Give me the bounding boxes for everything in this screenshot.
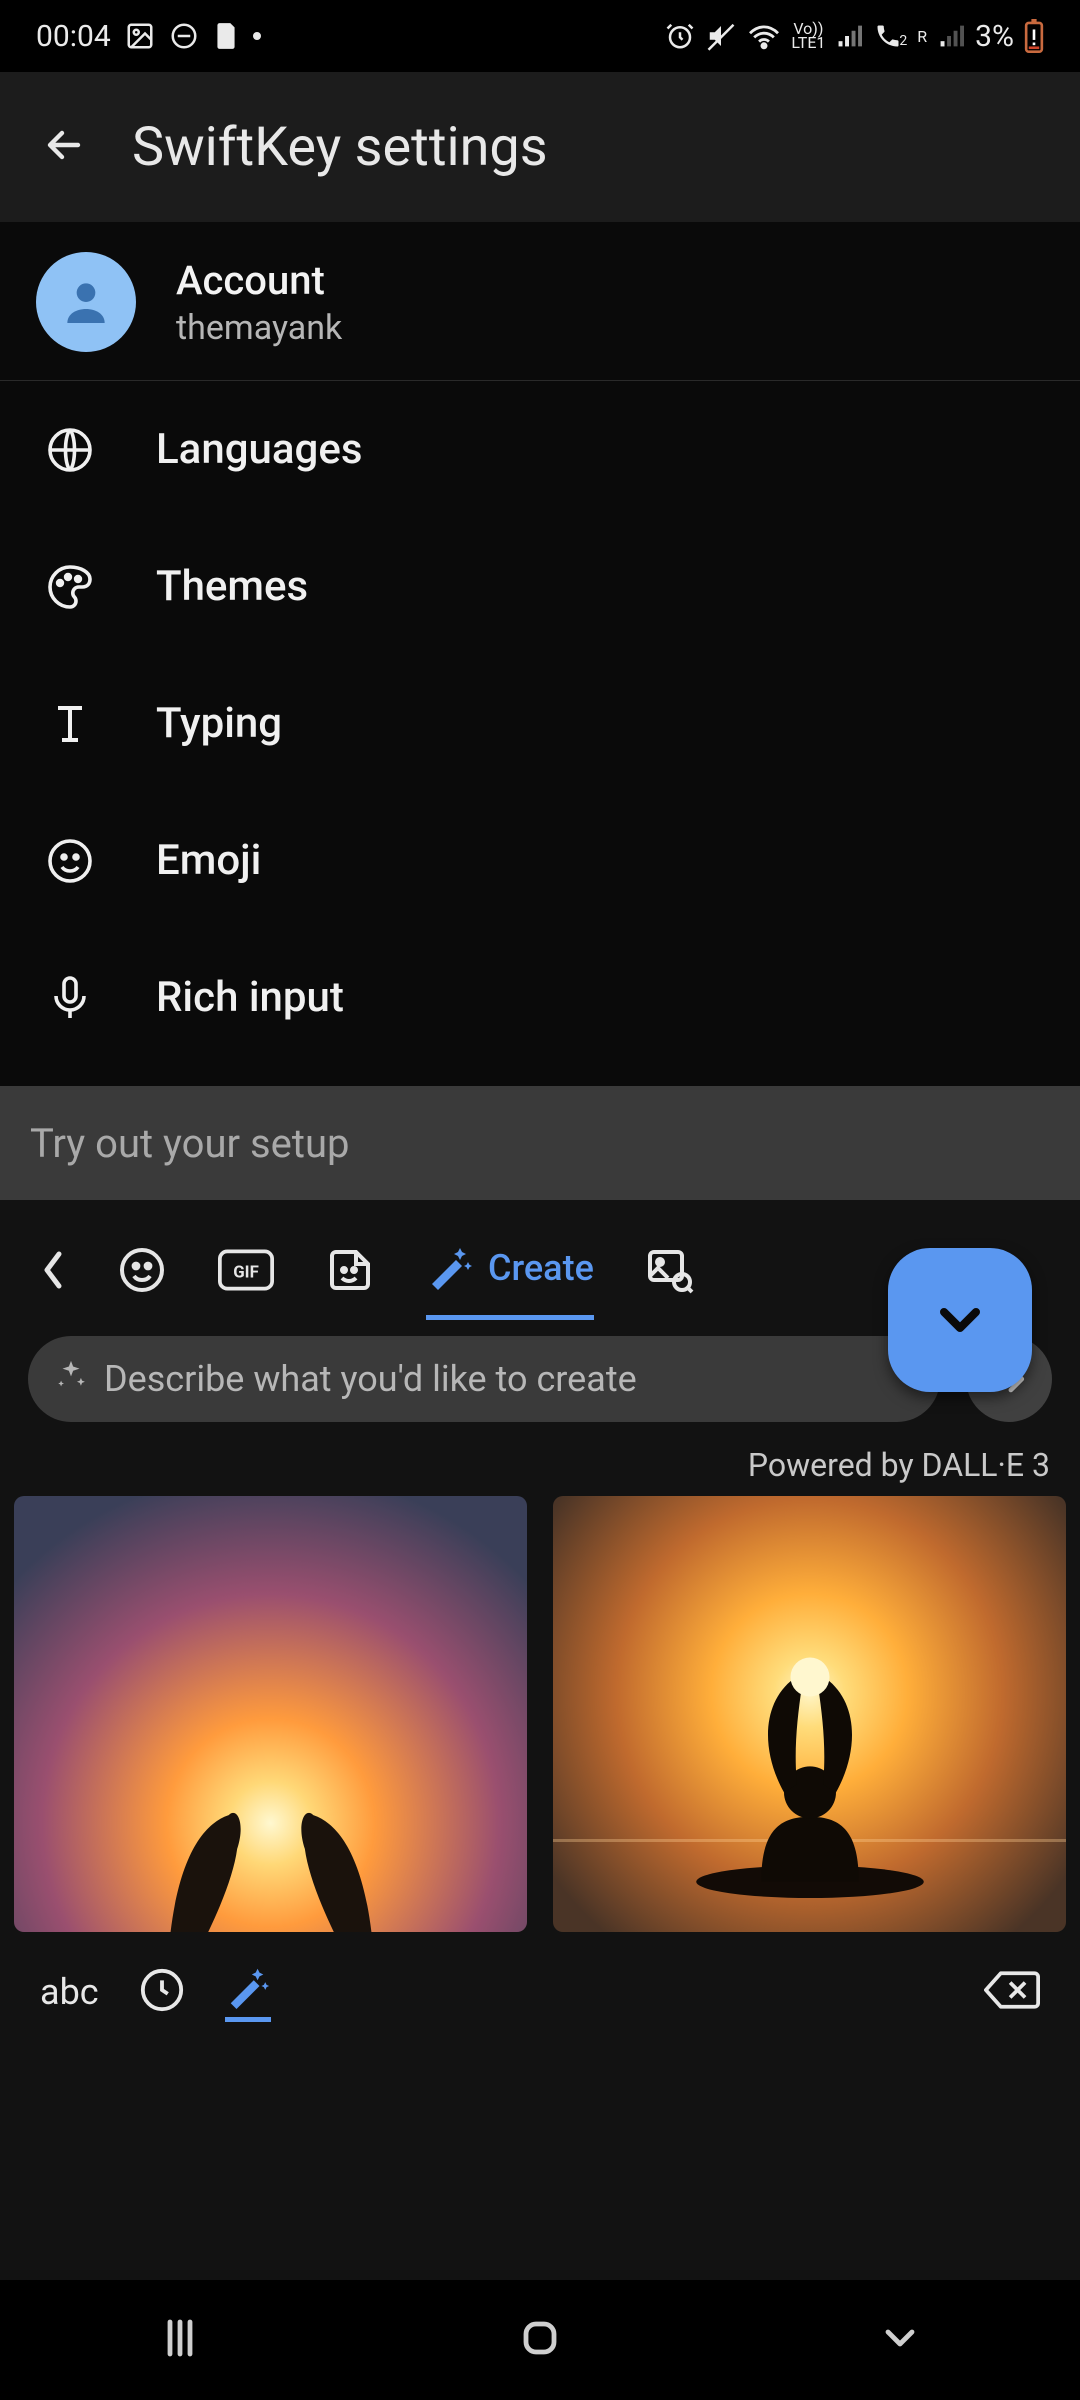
- system-nav-bar: [0, 2280, 1080, 2400]
- svg-text:GIF: GIF: [233, 1262, 259, 1282]
- account-username: themayank: [176, 308, 342, 348]
- emoji-tab[interactable]: [118, 1220, 166, 1320]
- typing-label: Typing: [156, 699, 282, 748]
- gif-tab[interactable]: GIF: [218, 1220, 274, 1320]
- image-search-tab[interactable]: [646, 1220, 694, 1320]
- themes-item[interactable]: Themes: [0, 518, 1080, 655]
- mic-icon: [40, 974, 100, 1022]
- typing-item[interactable]: Typing: [0, 655, 1080, 792]
- status-left: 00:04: [36, 19, 261, 54]
- create-prompt-input[interactable]: Describe what you'd like to create: [28, 1336, 940, 1422]
- create-tab-label: Create: [488, 1247, 594, 1289]
- sim-icon: [213, 21, 239, 51]
- page-title: SwiftKey settings: [132, 116, 548, 179]
- battery-text: 3%: [975, 19, 1014, 54]
- keyboard-bottom-row: abc: [0, 1932, 1080, 2052]
- battery-icon: [1024, 19, 1044, 53]
- collapse-keyboard-button[interactable]: [888, 1248, 1032, 1392]
- abc-button[interactable]: abc: [40, 1971, 99, 2013]
- create-wand-icon: [426, 1242, 474, 1294]
- image-icon: [125, 21, 155, 51]
- status-bar: 00:04 Vo))LTE1 2 R: [0, 0, 1080, 72]
- rich-input-item[interactable]: Rich input: [0, 929, 1080, 1066]
- themes-label: Themes: [156, 562, 308, 611]
- create-prompt-placeholder: Describe what you'd like to create: [104, 1358, 637, 1400]
- alarm-icon: [665, 21, 695, 51]
- wifi-icon: [747, 22, 781, 50]
- suggestion-grid: [0, 1496, 1080, 1932]
- volte-icon: Vo))LTE1: [791, 22, 825, 50]
- more-indicator-icon: [253, 32, 261, 40]
- wand-mode-button[interactable]: [225, 1963, 271, 2022]
- nav-back-button[interactable]: [876, 2314, 924, 2366]
- suggestion-image-2[interactable]: [553, 1496, 1066, 1932]
- recents-button[interactable]: [156, 2314, 204, 2366]
- account-row[interactable]: Account themayank: [0, 222, 1080, 381]
- sparkle-icon: [54, 1358, 88, 1401]
- emoji-item[interactable]: Emoji: [0, 792, 1080, 929]
- typing-icon: [40, 700, 100, 748]
- languages-item[interactable]: Languages: [0, 381, 1080, 518]
- languages-label: Languages: [156, 425, 362, 474]
- history-button[interactable]: [139, 1967, 185, 2017]
- globe-icon: [40, 426, 100, 474]
- signal-1-icon: [835, 23, 863, 49]
- powered-by-text: Powered by DALL·E 3: [0, 1440, 1080, 1496]
- signal-2-icon: [937, 23, 965, 49]
- account-title: Account: [176, 257, 342, 304]
- app-bar: SwiftKey settings: [0, 72, 1080, 222]
- mute-icon: [705, 21, 737, 51]
- try-setup-placeholder: Try out your setup: [30, 1120, 349, 1167]
- home-button[interactable]: [516, 2314, 564, 2366]
- emoji-icon: [40, 837, 100, 885]
- do-not-disturb-icon: [169, 21, 199, 51]
- suggestion-image-1[interactable]: [14, 1496, 527, 1932]
- signal-2-label: R: [917, 27, 927, 46]
- backspace-button[interactable]: [984, 1968, 1040, 2016]
- status-right: Vo))LTE1 2 R 3%: [665, 19, 1044, 54]
- emoji-label: Emoji: [156, 836, 261, 885]
- back-button[interactable]: [40, 121, 88, 173]
- create-tab[interactable]: Create: [426, 1220, 594, 1320]
- status-time: 00:04: [36, 19, 111, 54]
- rich-input-label: Rich input: [156, 973, 344, 1022]
- settings-list: Account themayank Languages Themes Typin…: [0, 222, 1080, 1086]
- wifi-calling-icon: 2: [873, 22, 907, 50]
- try-setup-field[interactable]: Try out your setup: [0, 1086, 1080, 1200]
- sticker-tab[interactable]: [326, 1220, 374, 1320]
- keyboard-back-button[interactable]: [40, 1220, 66, 1320]
- palette-icon: [40, 563, 100, 611]
- avatar: [36, 252, 136, 352]
